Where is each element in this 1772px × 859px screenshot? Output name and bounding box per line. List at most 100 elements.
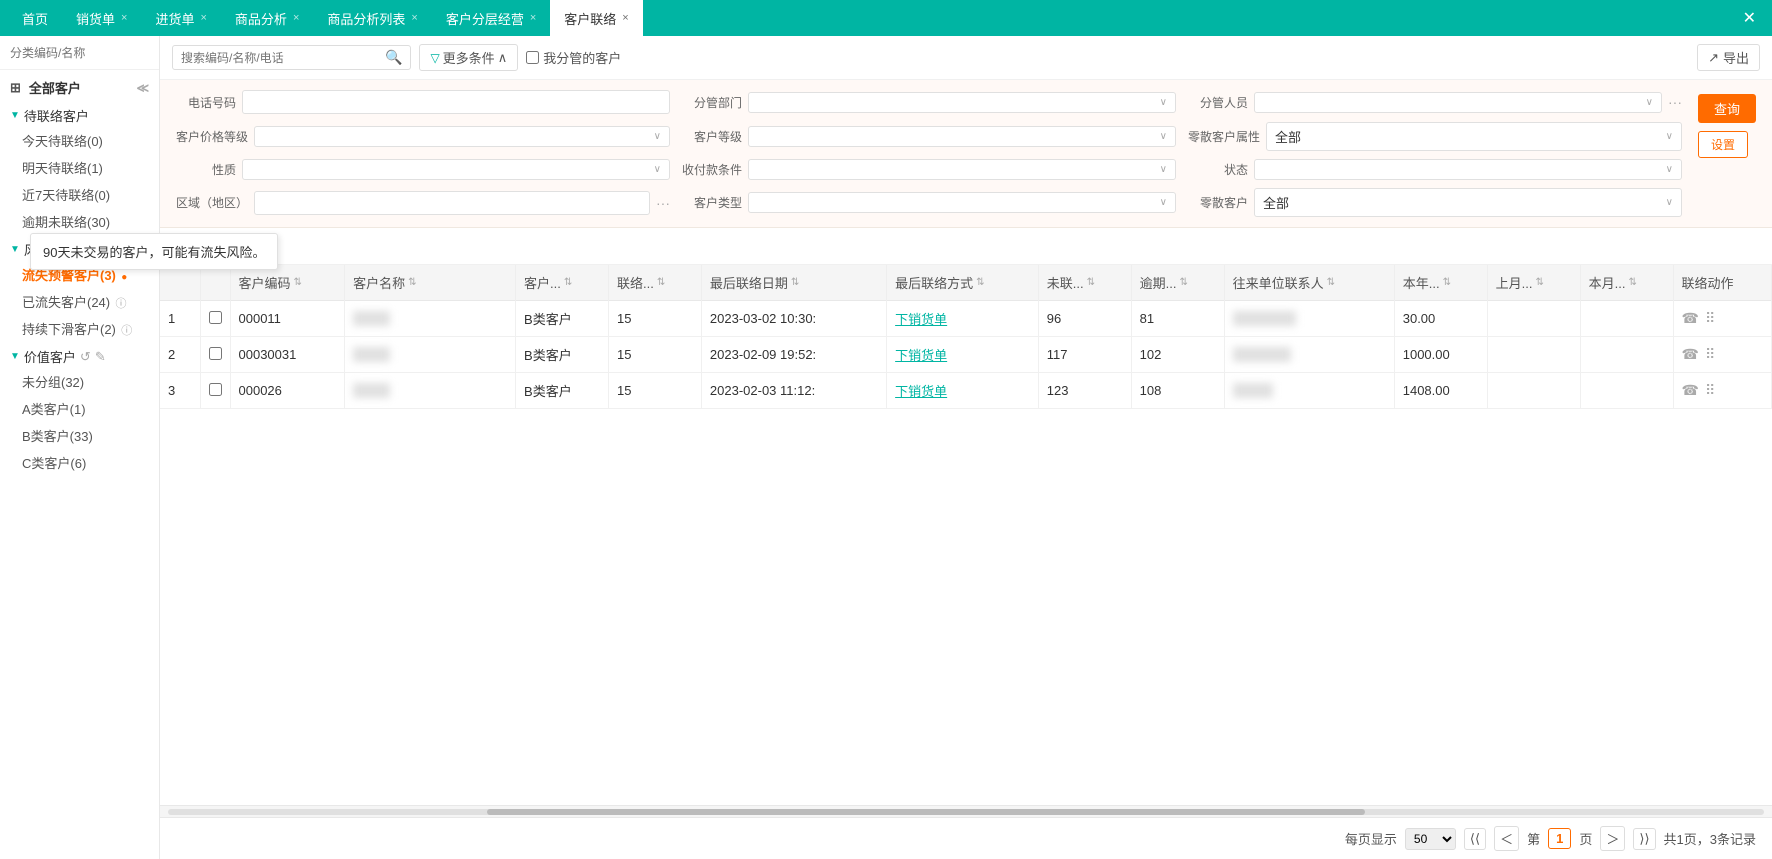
cell-last-method[interactable]: 下销货单 (887, 337, 1039, 373)
nav-product-analysis-list[interactable]: 商品分析列表 × (313, 0, 431, 36)
filter-customer-type-field: 客户类型 ∨ (682, 192, 1176, 213)
cell-checkbox[interactable] (200, 301, 230, 337)
sidebar-item-churned[interactable]: 已流失客户(24) ⓘ (0, 288, 159, 315)
sidebar-item-tomorrow[interactable]: 明天待联络(1) (0, 154, 159, 181)
row-checkbox[interactable] (209, 347, 222, 360)
sort-name-icon[interactable]: ⇅ (408, 277, 416, 288)
sort-last-month-icon[interactable]: ⇅ (1536, 277, 1544, 288)
nav-home[interactable]: 首页 (8, 0, 62, 36)
sort-this-month-icon[interactable]: ⇅ (1628, 277, 1636, 288)
cell-contact: 15 (608, 337, 701, 373)
action-call-icon[interactable]: ☎ (1682, 346, 1699, 363)
first-page-button[interactable]: ⟨⟨ (1464, 828, 1486, 850)
sidebar-group-pending[interactable]: ▼ 待联络客户 (0, 101, 159, 127)
nav-product-analysis-close[interactable]: × (293, 12, 299, 24)
sidebar-item-declining[interactable]: 持续下滑客户(2) ⓘ (0, 315, 159, 342)
window-close-button[interactable]: ✕ (1735, 8, 1764, 28)
sort-overdue-icon[interactable]: ⇅ (1180, 277, 1188, 288)
horizontal-scrollbar[interactable] (160, 805, 1772, 817)
sort-code-icon[interactable]: ⇅ (294, 277, 302, 288)
region-input[interactable] (254, 191, 650, 215)
cell-last-date: 2023-02-09 19:52: (701, 337, 886, 373)
last-page-button[interactable]: ⟩⟩ (1633, 828, 1655, 850)
filter-more-button[interactable]: ▽ 更多条件 ∧ (419, 44, 518, 71)
scatter-customer-select[interactable]: 全部 ∨ (1254, 188, 1682, 217)
sidebar-collapse-icon[interactable]: ≪ (136, 81, 149, 95)
nature-select[interactable]: ∨ (242, 159, 670, 180)
sidebar-group-value[interactable]: ▼ 价值客户 ↺ ✎ (0, 342, 159, 368)
export-button[interactable]: ↗ 导出 (1697, 44, 1760, 71)
nav-customer-tier[interactable]: 客户分层经营 × (432, 0, 550, 36)
sidebar-item-overdue[interactable]: 逾期未联络(30) (0, 208, 159, 235)
cell-checkbox[interactable] (200, 337, 230, 373)
action-more-icon[interactable]: ⠿ (1705, 310, 1715, 327)
my-customers-checkbox-label[interactable]: 我分管的客户 (526, 48, 621, 67)
price-tier-select[interactable]: ∨ (254, 126, 670, 147)
scrollbar-track (168, 809, 1764, 815)
next-page-button[interactable]: ＞ (1600, 826, 1625, 851)
dept-select[interactable]: ∨ (748, 92, 1176, 113)
my-customers-checkbox[interactable] (526, 51, 539, 64)
sort-uncontacted-icon[interactable]: ⇅ (1087, 277, 1095, 288)
cell-last-method[interactable]: 下销货单 (887, 301, 1039, 337)
scrollbar-thumb[interactable] (487, 809, 1365, 815)
setting-button[interactable]: 设置 (1698, 131, 1748, 158)
nav-purchase-close[interactable]: × (200, 12, 206, 24)
sort-last-date-icon[interactable]: ⇅ (791, 277, 799, 288)
sidebar-item-today[interactable]: 今天待联络(0) (0, 127, 159, 154)
action-more-icon[interactable]: ⠿ (1705, 382, 1715, 399)
scatter-attr-select[interactable]: 全部 ∨ (1266, 122, 1682, 151)
query-button[interactable]: 查询 (1698, 94, 1756, 123)
sort-contact-icon[interactable]: ⇅ (657, 277, 665, 288)
payment-select[interactable]: ∨ (748, 159, 1176, 180)
phone-input[interactable] (242, 90, 670, 114)
nav-sales-close[interactable]: × (121, 12, 127, 24)
cell-uncontacted: 117 (1038, 337, 1131, 373)
nav-customer-contact-close[interactable]: × (622, 12, 628, 24)
action-more-icon[interactable]: ⠿ (1705, 346, 1715, 363)
nav-customer-tier-close[interactable]: × (530, 12, 536, 24)
prev-page-button[interactable]: ＜ (1494, 826, 1519, 851)
sidebar-item-a-class[interactable]: A类客户(1) (0, 395, 159, 422)
person-select[interactable]: ∨ (1254, 92, 1662, 113)
warning-dot: ● (121, 272, 127, 283)
sidebar-search-input[interactable] (10, 46, 160, 60)
cell-no: 1 (160, 301, 200, 337)
action-call-icon[interactable]: ☎ (1682, 382, 1699, 399)
nav-sales[interactable]: 销货单 × (62, 0, 141, 36)
phone-label: 电话号码 (176, 94, 236, 111)
nav-customer-contact[interactable]: 客户联络 × (550, 0, 642, 36)
nav-product-analysis-list-close[interactable]: × (411, 12, 417, 24)
customer-tier-select[interactable]: ∨ (748, 126, 1176, 147)
sidebar-item-c-class[interactable]: C类客户(6) (0, 449, 159, 476)
row-checkbox[interactable] (209, 311, 222, 324)
sidebar-item-7days[interactable]: 近7天待联络(0) (0, 181, 159, 208)
payment-label: 收付款条件 (682, 161, 742, 178)
sidebar-item-ungrouped[interactable]: 未分组(32) (0, 368, 159, 395)
sort-type-icon[interactable]: ⇅ (564, 277, 572, 288)
cell-checkbox[interactable] (200, 373, 230, 409)
toolbar-search-icon[interactable]: 🔍 (385, 49, 402, 66)
nav-product-analysis[interactable]: 商品分析 × (221, 0, 313, 36)
person-more-dots[interactable]: ··· (1668, 94, 1682, 110)
per-page-select[interactable]: 50 100 200 (1405, 828, 1456, 850)
nav-purchase[interactable]: 进货单 × (141, 0, 220, 36)
row-checkbox[interactable] (209, 383, 222, 396)
cell-this-month (1580, 301, 1673, 337)
sidebar-item-b-class[interactable]: B类客户(33) (0, 422, 159, 449)
customer-type-select[interactable]: ∨ (748, 192, 1176, 213)
refresh-icon[interactable]: ↺ (80, 349, 91, 365)
page-label: 第 (1527, 829, 1540, 848)
customer-tier-label: 客户等级 (682, 128, 742, 145)
sort-company-contact-icon[interactable]: ⇅ (1327, 277, 1335, 288)
action-call-icon[interactable]: ☎ (1682, 310, 1699, 327)
sort-last-method-icon[interactable]: ⇅ (976, 277, 984, 288)
toolbar-search-input[interactable] (181, 51, 381, 65)
cell-last-method[interactable]: 下销货单 (887, 373, 1039, 409)
edit-icon[interactable]: ✎ (95, 349, 106, 365)
status-select[interactable]: ∨ (1254, 159, 1682, 180)
sidebar-all-customers[interactable]: ⊞ 全部客户 ≪ (0, 70, 159, 101)
table-settings-area: ⚙ (160, 228, 1772, 265)
region-more-dots[interactable]: ··· (656, 195, 670, 211)
sort-this-year-icon[interactable]: ⇅ (1443, 277, 1451, 288)
